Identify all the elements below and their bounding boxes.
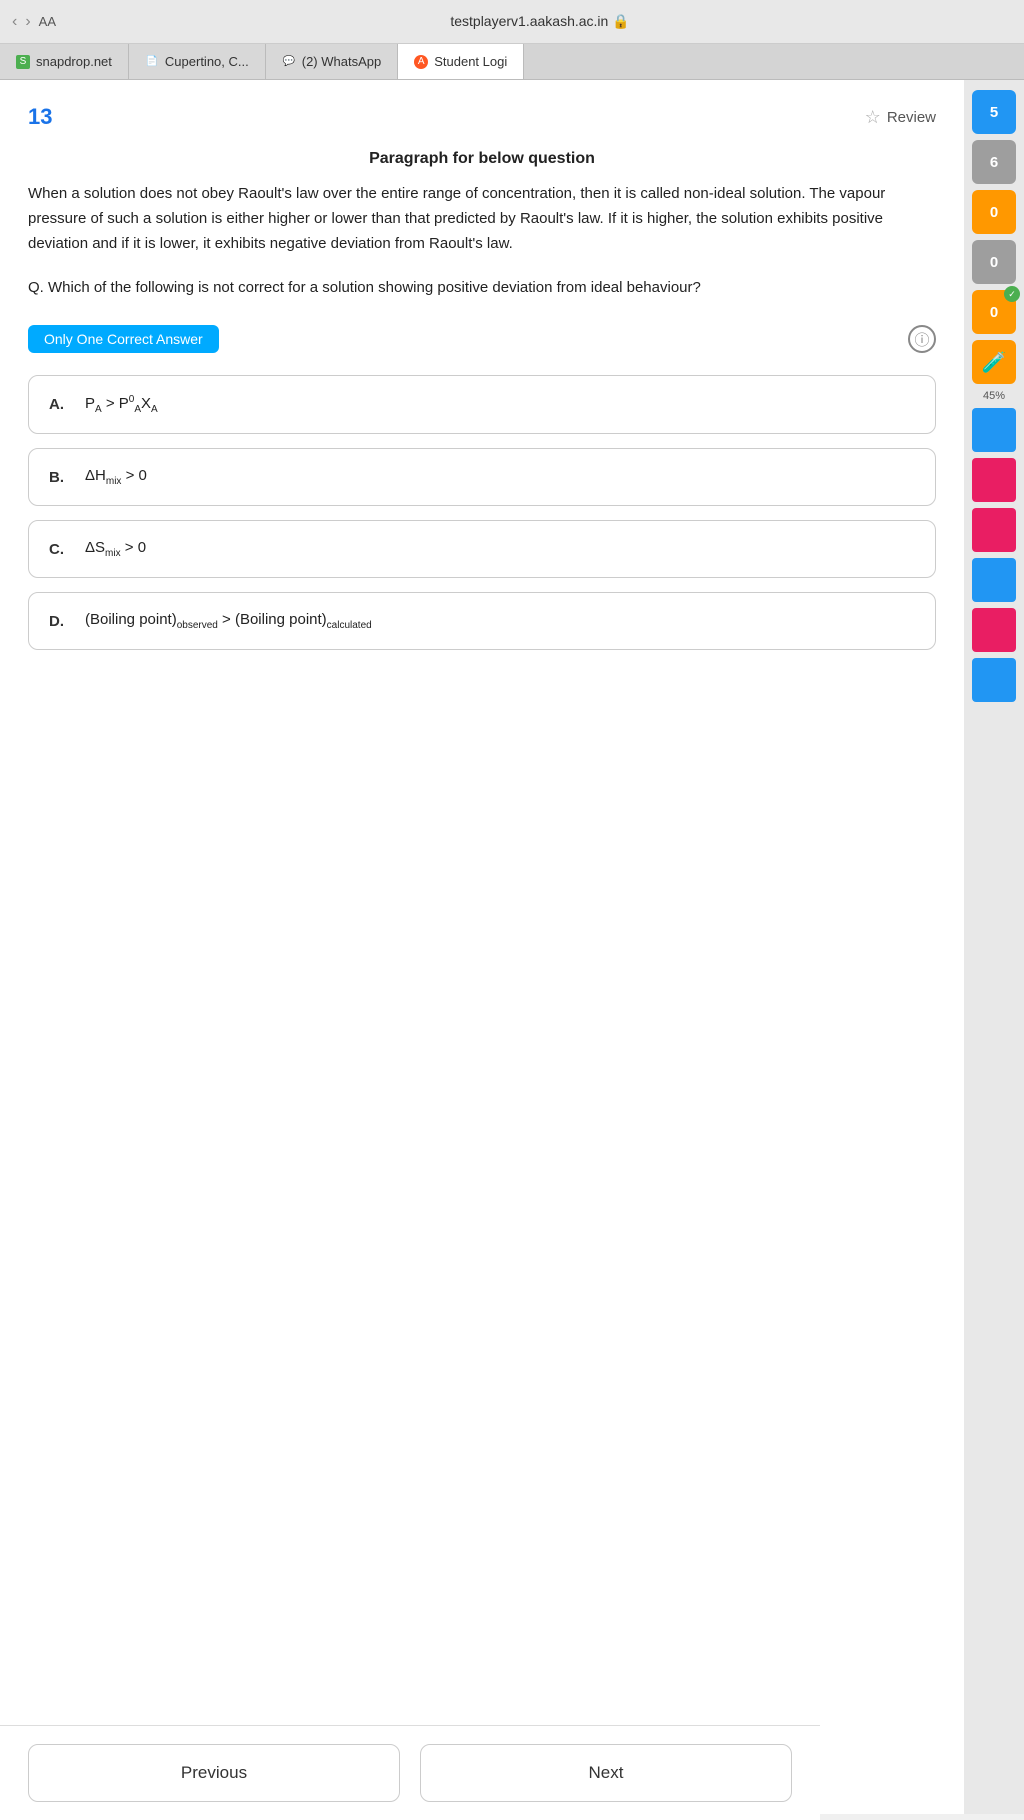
- tab-student-label: Student Logi: [434, 54, 507, 69]
- sidebar-percent: 45%: [983, 390, 1005, 402]
- tab-whatsapp[interactable]: 💬 (2) WhatsApp: [266, 44, 398, 79]
- paragraph-title: Paragraph for below question: [28, 150, 936, 168]
- sidebar-badge-0c-wrapper: 0 ✓: [972, 290, 1016, 334]
- check-dot: ✓: [1004, 286, 1020, 302]
- review-button[interactable]: ☆ Review: [865, 107, 936, 128]
- main-content: 13 ☆ Review Paragraph for below question…: [0, 80, 1024, 1814]
- tab-snapdrop[interactable]: S snapdrop.net: [0, 44, 129, 79]
- sidebar-color-blue[interactable]: [972, 408, 1016, 452]
- option-d-label: D.: [49, 613, 69, 630]
- cupertino-icon: 📄: [145, 55, 159, 69]
- bottom-navigation: Previous Next: [0, 1725, 820, 1814]
- question-panel: 13 ☆ Review Paragraph for below question…: [0, 80, 964, 1814]
- sidebar-badge-0b[interactable]: 0: [972, 240, 1016, 284]
- option-a-label: A.: [49, 396, 69, 413]
- option-b[interactable]: B. ΔHmix > 0: [28, 448, 936, 506]
- next-button[interactable]: Next: [420, 1744, 792, 1802]
- browser-url: testplayerv1.aakash.ac.in 🔒: [68, 13, 1012, 30]
- paragraph-text: When a solution does not obey Raoult's l…: [28, 182, 936, 256]
- option-c-label: C.: [49, 541, 69, 558]
- info-icon[interactable]: ⓘ: [908, 325, 936, 353]
- lock-icon: 🔒: [612, 13, 629, 29]
- badge-0c-value: 0: [990, 304, 998, 321]
- sidebar-badge-5[interactable]: 5: [972, 90, 1016, 134]
- font-size-label: AA: [39, 14, 56, 29]
- option-a[interactable]: A. PA > P0AXA: [28, 375, 936, 434]
- answer-type-badge: Only One Correct Answer: [28, 325, 219, 353]
- whatsapp-icon: 💬: [282, 55, 296, 69]
- tab-cupertino[interactable]: 📄 Cupertino, C...: [129, 44, 266, 79]
- sidebar-color-blue3[interactable]: [972, 658, 1016, 702]
- star-icon: ☆: [865, 107, 881, 128]
- option-c[interactable]: C. ΔSmix > 0: [28, 520, 936, 578]
- url-text: testplayerv1.aakash.ac.in: [450, 13, 608, 29]
- option-b-label: B.: [49, 469, 69, 486]
- option-c-text: ΔSmix > 0: [85, 539, 915, 559]
- badge-0a-value: 0: [990, 204, 998, 221]
- badge-5-value: 5: [990, 104, 998, 121]
- sidebar-badge-0a[interactable]: 0: [972, 190, 1016, 234]
- tab-snapdrop-label: snapdrop.net: [36, 54, 112, 69]
- review-label: Review: [887, 109, 936, 126]
- paragraph-body: When a solution does not obey Raoult's l…: [28, 185, 885, 252]
- sidebar-color-blue2[interactable]: [972, 558, 1016, 602]
- question-text: Q. Which of the following is not correct…: [28, 276, 936, 301]
- spacer: [28, 680, 936, 800]
- student-icon: A: [414, 55, 428, 69]
- option-b-text: ΔHmix > 0: [85, 467, 915, 487]
- sidebar-color-pink1[interactable]: [972, 458, 1016, 502]
- badge-0b-value: 0: [990, 254, 998, 271]
- question-number: 13: [28, 104, 52, 130]
- sidebar-badge-6[interactable]: 6: [972, 140, 1016, 184]
- badge-6-value: 6: [990, 154, 998, 171]
- snapdrop-icon: S: [16, 55, 30, 69]
- sidebar-color-pink2[interactable]: [972, 508, 1016, 552]
- tab-cupertino-label: Cupertino, C...: [165, 54, 249, 69]
- option-d-text: (Boiling point)observed > (Boiling point…: [85, 611, 915, 631]
- sidebar-color-pink3[interactable]: [972, 608, 1016, 652]
- browser-tabs: S snapdrop.net 📄 Cupertino, C... 💬 (2) W…: [0, 44, 1024, 80]
- question-header: 13 ☆ Review: [28, 104, 936, 130]
- nav-icons: ‹ › AA: [12, 13, 56, 31]
- back-icon[interactable]: ‹: [12, 13, 17, 31]
- forward-icon[interactable]: ›: [25, 13, 30, 31]
- lab-icon[interactable]: 🧪: [972, 340, 1016, 384]
- option-a-text: PA > P0AXA: [85, 394, 915, 415]
- browser-bar: ‹ › AA testplayerv1.aakash.ac.in 🔒: [0, 0, 1024, 44]
- options-list: A. PA > P0AXA B. ΔHmix > 0 C. ΔSmix > 0 …: [28, 375, 936, 650]
- right-sidebar: 5 6 0 0 0 ✓ 🧪 45%: [964, 80, 1024, 1814]
- previous-button[interactable]: Previous: [28, 1744, 400, 1802]
- option-d[interactable]: D. (Boiling point)observed > (Boiling po…: [28, 592, 936, 650]
- tab-student[interactable]: A Student Logi: [398, 44, 524, 79]
- tab-whatsapp-label: (2) WhatsApp: [302, 54, 381, 69]
- answer-type-row: Only One Correct Answer ⓘ: [28, 325, 936, 353]
